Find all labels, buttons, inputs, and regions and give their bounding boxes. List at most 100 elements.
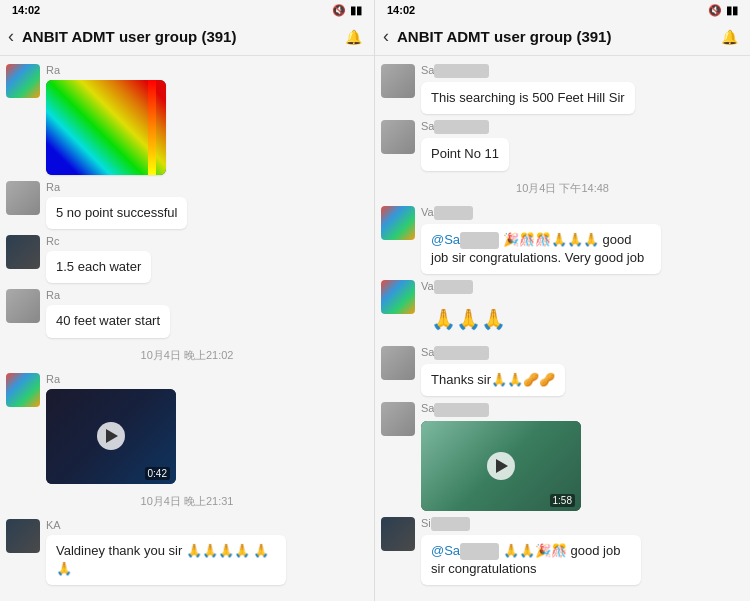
bubble-group: KA Valdiney thank you sir 🙏🙏🙏🙏 🙏🙏	[46, 519, 286, 585]
text-bubble: 5 no point successful	[46, 197, 187, 229]
blurred-name: ██████	[434, 64, 489, 78]
avatar	[6, 289, 40, 323]
bubble-group: Rc 1.5 each water	[46, 235, 151, 283]
video-message[interactable]: 1:58	[421, 421, 581, 511]
play-button[interactable]	[487, 452, 515, 480]
mention-tag: @Sa	[431, 543, 460, 558]
message-row: Rc 1.5 each water	[6, 235, 368, 283]
avatar	[381, 346, 415, 380]
bubble-group: Sa██████ Thanks sir🙏🙏🥜🥜	[421, 346, 565, 396]
sender-name: Si████	[421, 517, 641, 531]
text-bubble: Valdiney thank you sir 🙏🙏🙏🙏 🙏🙏	[46, 535, 286, 585]
avatar-image	[381, 346, 415, 380]
video-duration: 0:42	[145, 467, 170, 480]
back-button-left[interactable]: ‹	[8, 26, 14, 47]
blurred-name: ████	[460, 543, 499, 560]
status-bar-right: 14:02 🔇 ▮▮	[375, 0, 750, 20]
video-message[interactable]: 0:42	[46, 389, 176, 484]
play-icon	[106, 429, 118, 443]
bubble-group: Sa██████ Point No 11	[421, 120, 509, 170]
blurred-name: ██████	[434, 346, 489, 360]
bell-icon-left[interactable]: 🔔	[345, 29, 362, 45]
chat-header-left: ‹ ANBIT ADMT user group (391) 🔔	[0, 20, 374, 56]
blurred-name: ████	[460, 232, 499, 249]
sender-name: Sa██████	[421, 402, 581, 416]
sender-name: Va████	[421, 280, 516, 294]
status-time-right: 14:02	[387, 4, 415, 16]
avatar-image	[6, 64, 40, 98]
avatar	[381, 206, 415, 240]
text-bubble: 1.5 each water	[46, 251, 151, 283]
timestamp: 10月4日 下午14:48	[381, 181, 744, 196]
avatar	[381, 517, 415, 551]
mute-icon: 🔇	[332, 4, 346, 17]
blurred-name: ████	[434, 206, 473, 220]
bubble-group: Ra 40 feet water start	[46, 289, 170, 337]
chat-body-left: Ra Ra 5 no point successful	[0, 56, 374, 601]
sender-name: Va████	[421, 206, 661, 220]
text-bubble: 40 feet water start	[46, 305, 170, 337]
avatar	[6, 373, 40, 407]
avatar-image	[381, 120, 415, 154]
sender-name: Sa██████	[421, 346, 565, 360]
avatar	[381, 64, 415, 98]
message-row: Ra 40 feet water start	[6, 289, 368, 337]
avatar	[381, 402, 415, 436]
chat-header-right: ‹ ANBIT ADMT user group (391) 🔔	[375, 20, 750, 56]
bubble-group: Sa██████ This searching is 500 Feet Hill…	[421, 64, 635, 114]
text-bubble: This searching is 500 Feet Hill Sir	[421, 82, 635, 114]
sender-name: Ra	[46, 181, 187, 193]
play-button[interactable]	[97, 422, 125, 450]
avatar	[381, 120, 415, 154]
sender-name: Sa██████	[421, 64, 635, 78]
text-bubble: Point No 11	[421, 138, 509, 170]
bubble-group: Ra	[46, 64, 166, 175]
image-message[interactable]	[46, 80, 166, 175]
avatar	[6, 235, 40, 269]
avatar-image	[381, 206, 415, 240]
blurred-name: ████	[431, 517, 470, 531]
timestamp: 10月4日 晚上21:02	[6, 348, 368, 363]
avatar-image	[381, 280, 415, 314]
bubble-group: Ra 5 no point successful	[46, 181, 187, 229]
message-row: Sa██████ This searching is 500 Feet Hill…	[381, 64, 744, 114]
message-row: Sa██████ Point No 11	[381, 120, 744, 170]
emoji-bubble: 🙏🙏🙏	[421, 298, 516, 340]
battery-icon: ▮▮	[350, 4, 362, 17]
blurred-name: ████	[434, 280, 473, 294]
avatar	[6, 519, 40, 553]
avatar-image	[381, 517, 415, 551]
back-button-right[interactable]: ‹	[383, 26, 389, 47]
bubble-group: Sa██████ 1:58	[421, 402, 581, 510]
status-bar-left: 14:02 🔇 ▮▮	[0, 0, 374, 20]
bubble-group: Ra 0:42	[46, 373, 176, 484]
sender-name: Ra	[46, 289, 170, 301]
video-duration: 1:58	[550, 494, 575, 507]
message-row: Sa██████ Thanks sir🙏🙏🥜🥜	[381, 346, 744, 396]
mention-bubble: @Sa████ 🎉🎊🎊🙏🙏🙏 good job sir congratulati…	[421, 224, 661, 274]
message-row: Sa██████ 1:58	[381, 402, 744, 510]
avatar	[381, 280, 415, 314]
right-panel: 14:02 🔇 ▮▮ ‹ ANBIT ADMT user group (391)…	[375, 0, 750, 601]
chat-body-right: Sa██████ This searching is 500 Feet Hill…	[375, 56, 750, 601]
bell-icon-right[interactable]: 🔔	[721, 29, 738, 45]
group-title-right: ANBIT ADMT user group (391)	[397, 28, 713, 45]
bubble-group: Va████ 🙏🙏🙏	[421, 280, 516, 340]
message-row: Ra	[6, 64, 368, 175]
battery-icon-right: ▮▮	[726, 4, 738, 17]
message-row: Ra 5 no point successful	[6, 181, 368, 229]
bubble-group: Si████ @Sa████ 🙏🙏🎉🎊 good job sir congrat…	[421, 517, 641, 586]
thermal-image	[46, 80, 166, 175]
avatar-image	[6, 519, 40, 553]
sender-name: Ra	[46, 64, 166, 76]
status-icons-right: 🔇 ▮▮	[708, 4, 738, 17]
timestamp: 10月4日 晚上21:31	[6, 494, 368, 509]
blurred-name: ██████	[434, 120, 489, 134]
play-icon	[496, 459, 508, 473]
thermal-bar	[148, 80, 156, 175]
group-title-left: ANBIT ADMT user group (391)	[22, 28, 337, 45]
mention-bubble: @Sa████ 🙏🙏🎉🎊 good job sir congratulation…	[421, 535, 641, 585]
status-icons-left: 🔇 ▮▮	[332, 4, 362, 17]
left-panel: 14:02 🔇 ▮▮ ‹ ANBIT ADMT user group (391)…	[0, 0, 375, 601]
sender-name: KA	[46, 519, 286, 531]
